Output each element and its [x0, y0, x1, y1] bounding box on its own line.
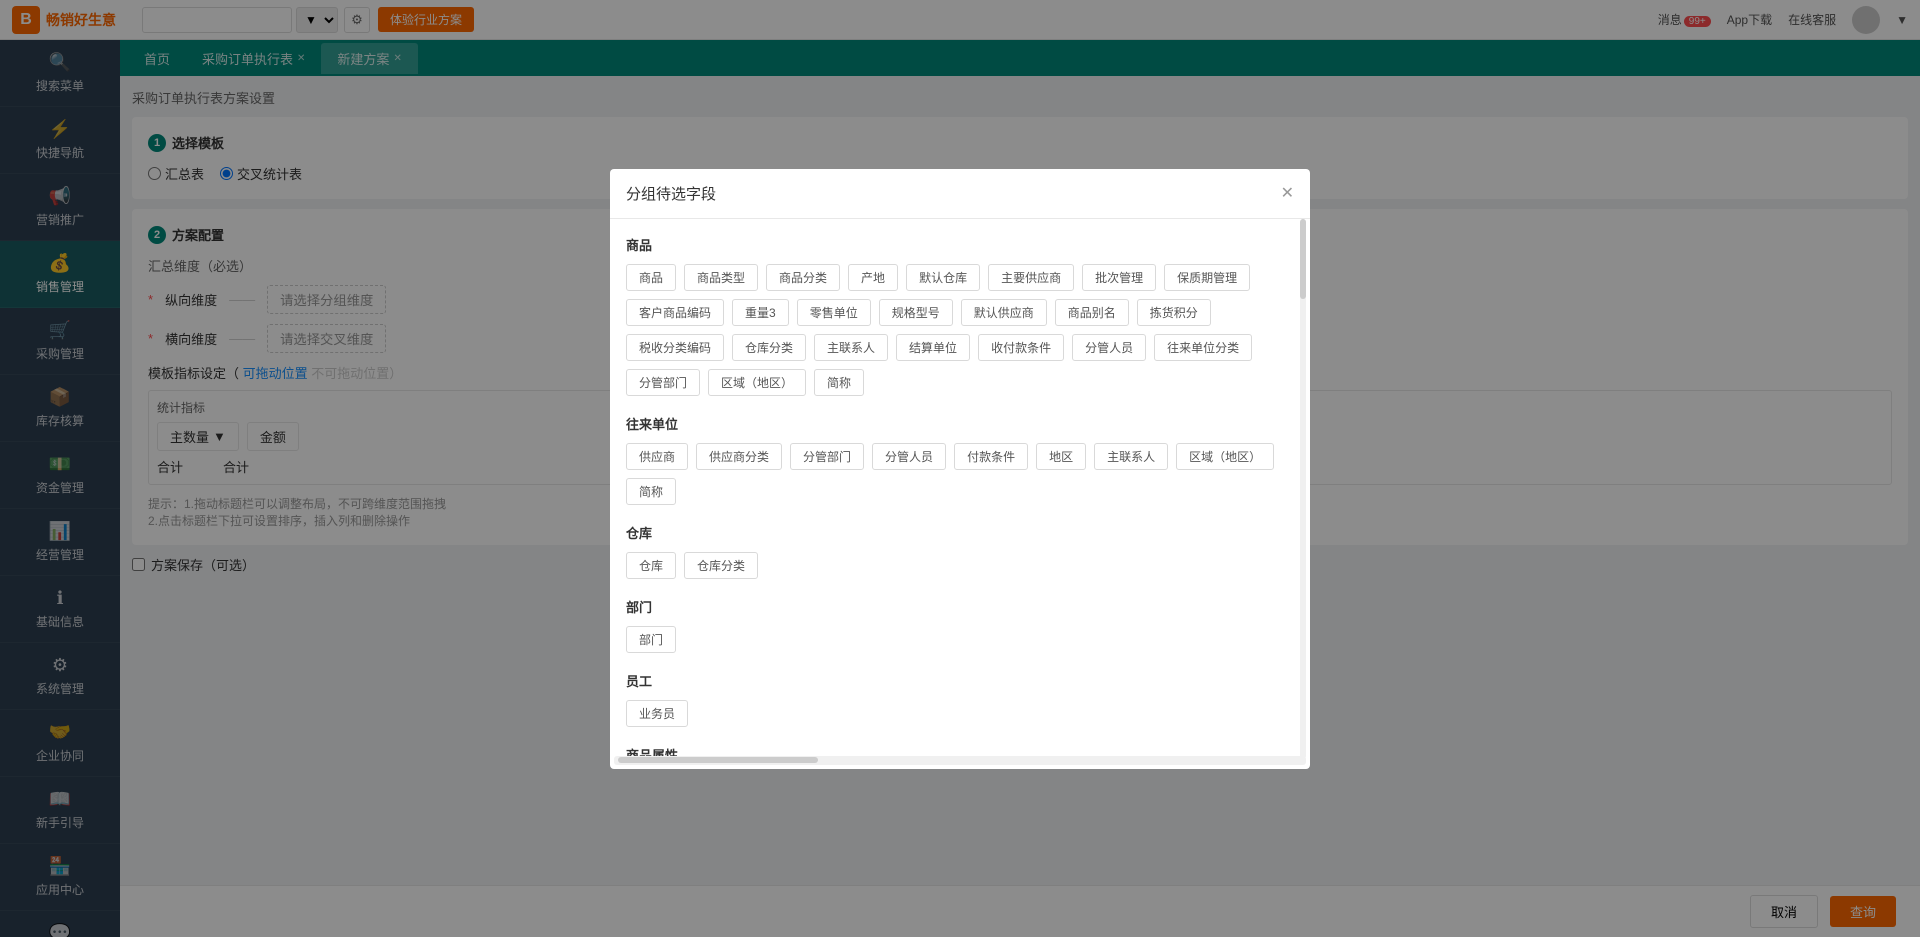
field-section-title: 商品属性 — [626, 745, 1294, 757]
field-section-title: 往来单位 — [626, 414, 1294, 433]
field-tags: 业务员 — [626, 700, 1294, 727]
field-tag[interactable]: 简称 — [814, 369, 864, 396]
field-tag[interactable]: 付款条件 — [954, 443, 1028, 470]
field-tag[interactable]: 拣货积分 — [1137, 299, 1211, 326]
modal-overlay[interactable]: 分组待选字段 ✕ 商品商品商品类型商品分类产地默认仓库主要供应商批次管理保质期管… — [0, 0, 1920, 937]
field-tag[interactable]: 区域（地区） — [1176, 443, 1274, 470]
field-tag[interactable]: 收付款条件 — [978, 334, 1064, 361]
field-section-员工: 员工业务员 — [626, 671, 1294, 727]
field-tag[interactable]: 商品别名 — [1055, 299, 1129, 326]
field-tag[interactable]: 保质期管理 — [1164, 264, 1250, 291]
field-section-title: 商品 — [626, 235, 1294, 254]
field-tag[interactable]: 供应商分类 — [696, 443, 782, 470]
field-tag[interactable]: 商品类型 — [684, 264, 758, 291]
field-tag[interactable]: 分管人员 — [1072, 334, 1146, 361]
field-tag[interactable]: 规格型号 — [879, 299, 953, 326]
field-section-仓库: 仓库仓库仓库分类 — [626, 523, 1294, 579]
field-section-往来单位: 往来单位供应商供应商分类分管部门分管人员付款条件地区主联系人区域（地区） 简称 — [626, 414, 1294, 505]
modal-body: 商品商品商品类型商品分类产地默认仓库主要供应商批次管理保质期管理客户商品编码重量… — [610, 219, 1310, 757]
field-tag[interactable]: 产地 — [848, 264, 898, 291]
field-tag[interactable]: 税收分类编码 — [626, 334, 724, 361]
field-tag[interactable]: 区域（地区） — [708, 369, 806, 396]
horizontal-thumb[interactable] — [618, 757, 818, 763]
modal-close-button[interactable]: ✕ — [1281, 183, 1294, 203]
field-tag[interactable]: 分管部门 — [626, 369, 700, 396]
field-tag[interactable]: 分管部门 — [790, 443, 864, 470]
field-tags: 商品商品类型商品分类产地默认仓库主要供应商批次管理保质期管理客户商品编码重量3 零… — [626, 264, 1294, 396]
field-section-部门: 部门部门 — [626, 597, 1294, 653]
field-tag[interactable]: 仓库分类 — [732, 334, 806, 361]
field-section-商品: 商品商品商品类型商品分类产地默认仓库主要供应商批次管理保质期管理客户商品编码重量… — [626, 235, 1294, 396]
field-tag[interactable]: 主联系人 — [814, 334, 888, 361]
scrollbar-track — [1300, 219, 1306, 759]
field-tag[interactable]: 分管人员 — [872, 443, 946, 470]
modal-title: 分组待选字段 — [626, 183, 716, 204]
field-tag[interactable]: 主联系人 — [1094, 443, 1168, 470]
field-section-商品属性: 商品属性属性颜色多规格尺码鞋码1 — [626, 745, 1294, 757]
field-tag[interactable]: 批次管理 — [1082, 264, 1156, 291]
field-tag[interactable]: 地区 — [1036, 443, 1086, 470]
field-tag[interactable]: 仓库 — [626, 552, 676, 579]
field-tags: 仓库仓库分类 — [626, 552, 1294, 579]
horizontal-scrollbar — [614, 756, 1306, 764]
scrollbar-thumb[interactable] — [1300, 219, 1306, 299]
field-tag[interactable]: 客户商品编码 — [626, 299, 724, 326]
field-section-title: 部门 — [626, 597, 1294, 616]
field-tag[interactable]: 商品 — [626, 264, 676, 291]
field-tag[interactable]: 往来单位分类 — [1154, 334, 1252, 361]
field-tag[interactable]: 商品分类 — [766, 264, 840, 291]
field-tag[interactable]: 简称 — [626, 478, 676, 505]
modal-dialog: 分组待选字段 ✕ 商品商品商品类型商品分类产地默认仓库主要供应商批次管理保质期管… — [610, 169, 1310, 769]
field-tags: 部门 — [626, 626, 1294, 653]
field-tag[interactable]: 默认供应商 — [961, 299, 1047, 326]
field-section-title: 员工 — [626, 671, 1294, 690]
field-tag[interactable]: 供应商 — [626, 443, 688, 470]
modal-header: 分组待选字段 ✕ — [610, 169, 1310, 219]
field-tag[interactable]: 业务员 — [626, 700, 688, 727]
field-tags: 供应商供应商分类分管部门分管人员付款条件地区主联系人区域（地区） 简称 — [626, 443, 1294, 505]
field-tag[interactable]: 部门 — [626, 626, 676, 653]
field-tag[interactable]: 主要供应商 — [988, 264, 1074, 291]
field-tag[interactable]: 默认仓库 — [906, 264, 980, 291]
field-tag[interactable]: 零售单位 — [797, 299, 871, 326]
field-tag[interactable]: 结算单位 — [896, 334, 970, 361]
field-tag[interactable]: 仓库分类 — [684, 552, 758, 579]
field-tag[interactable]: 重量3 — [732, 299, 789, 326]
field-section-title: 仓库 — [626, 523, 1294, 542]
